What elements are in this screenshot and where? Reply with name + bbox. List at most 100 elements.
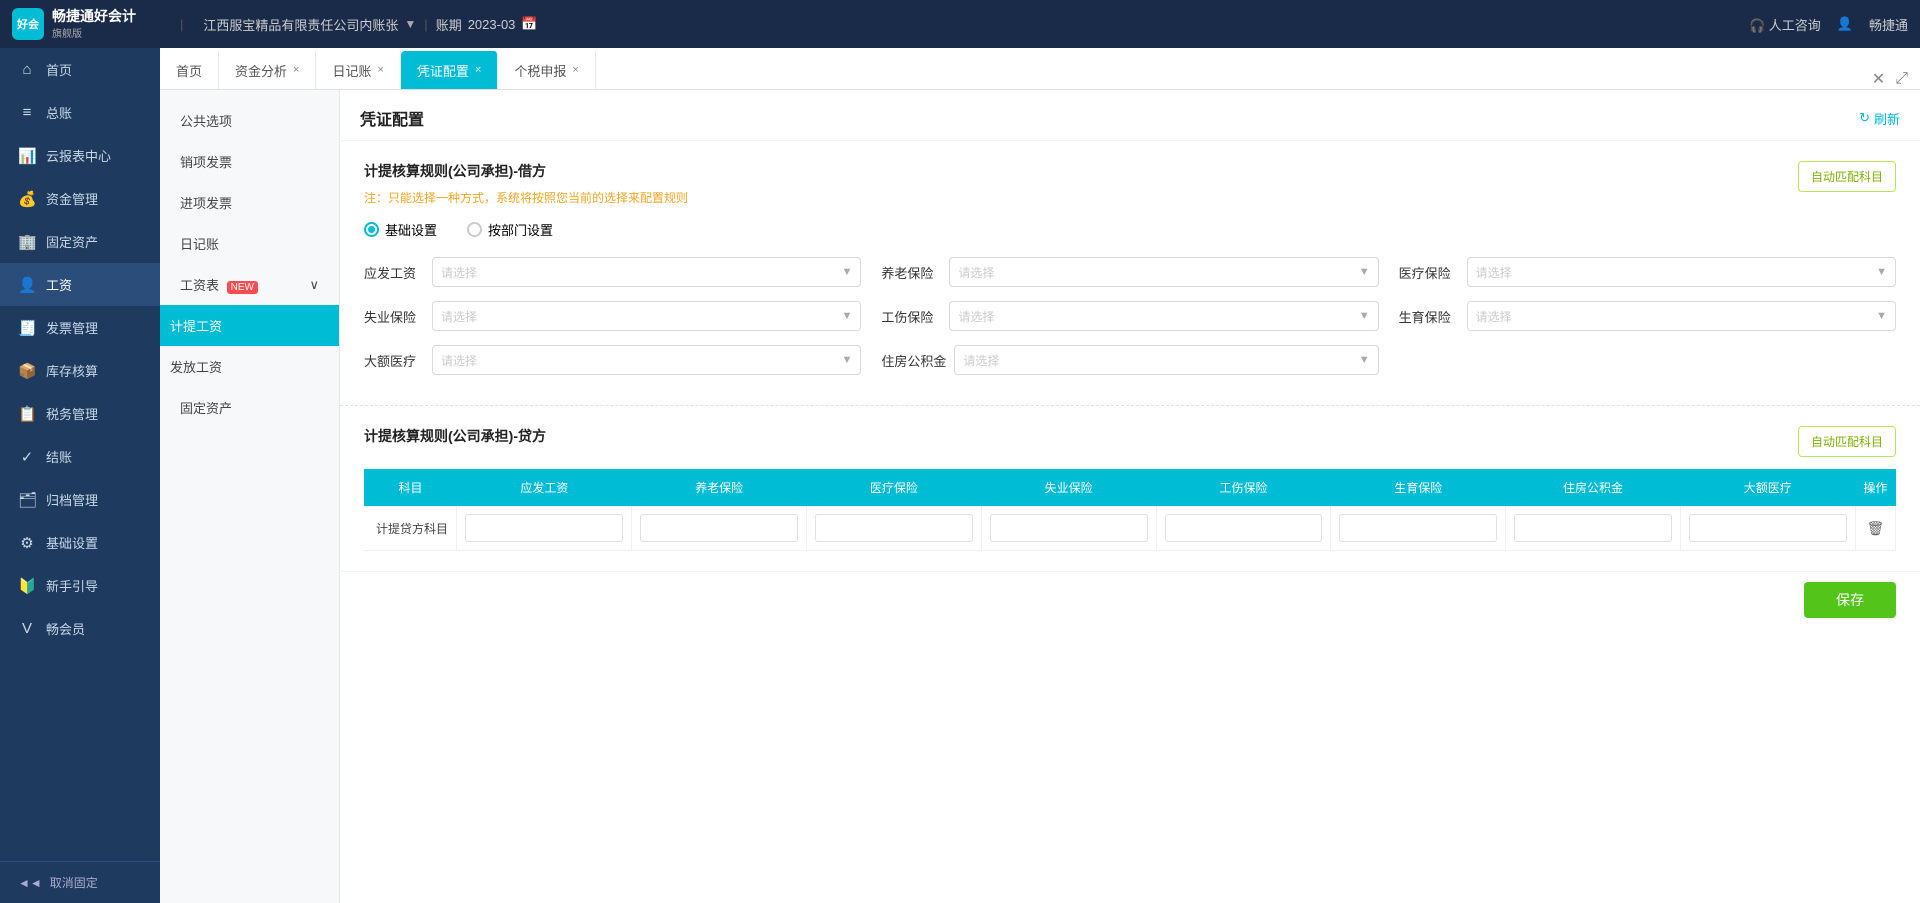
cell-ylbx2-input[interactable] bbox=[815, 514, 973, 542]
col-dey: 大额医疗 bbox=[1680, 469, 1855, 506]
settings-icon: ⚙ bbox=[18, 534, 36, 552]
sidebar-item-funds[interactable]: 💰 资金管理 bbox=[0, 177, 160, 220]
sidebar-item-vip[interactable]: V 畅会员 bbox=[0, 607, 160, 650]
vip-icon: V bbox=[18, 620, 36, 637]
close-all-icon[interactable]: ✕ bbox=[1872, 69, 1885, 89]
period-selector[interactable]: 账期 2023-03 📅 bbox=[436, 15, 538, 34]
refresh-btn[interactable]: ↻ 刷新 bbox=[1859, 109, 1900, 128]
col-sybx2: 生育保险 bbox=[1331, 469, 1506, 506]
credit-section: 计提核算规则(公司承担)-贷方 自动匹配科目 科目 应发工资 养老保险 医疗保险… bbox=[340, 426, 1920, 571]
tab-tax-close[interactable]: × bbox=[572, 64, 578, 76]
col-gsbx: 工伤保险 bbox=[1156, 469, 1331, 506]
left-menu-pay-salary[interactable]: 发放工资 bbox=[160, 346, 339, 387]
left-menu-purchase-invoice[interactable]: 进项发票 bbox=[160, 182, 339, 223]
user-avatar: 👤 bbox=[1837, 16, 1853, 32]
cell-gsbx-input[interactable] bbox=[1165, 514, 1323, 542]
cell-dey-input[interactable] bbox=[1689, 514, 1847, 542]
sidebar-item-inventory[interactable]: 📦 库存核算 bbox=[0, 349, 160, 392]
sidebar-item-label: 归档管理 bbox=[46, 490, 98, 509]
tab-voucher[interactable]: 凭证配置 × bbox=[401, 51, 498, 89]
cell-sybx2-input[interactable] bbox=[1339, 514, 1497, 542]
debit-auto-match-btn[interactable]: 自动匹配科目 bbox=[1798, 161, 1896, 192]
tab-funds-close[interactable]: × bbox=[293, 64, 299, 76]
cell-zfgjj-input[interactable] bbox=[1514, 514, 1672, 542]
field-yfgz-label: 应发工资 bbox=[364, 263, 424, 282]
tab-home[interactable]: 首页 bbox=[160, 51, 219, 89]
field-yfgz-select[interactable]: 请选择 ▼ bbox=[432, 257, 861, 287]
tab-bar: 首页 资金分析 × 日记账 × 凭证配置 × 个税申报 × ✕ ⤢ bbox=[160, 48, 1920, 90]
radio-department[interactable]: 按部门设置 bbox=[467, 220, 553, 239]
cell-gsbx bbox=[1156, 506, 1331, 551]
left-menu: 公共选项 销项发票 进项发票 日记账 工资表 NEW ∨ bbox=[160, 90, 340, 903]
col-ylbx: 养老保险 bbox=[632, 469, 807, 506]
cell-zfgjj bbox=[1506, 506, 1681, 551]
sidebar-item-checkout[interactable]: ✓ 结账 bbox=[0, 435, 160, 478]
logo-sub: 旗舰版 bbox=[52, 25, 136, 40]
tab-funds[interactable]: 资金分析 × bbox=[219, 51, 316, 89]
sidebar-item-archive[interactable]: 🗂 归档管理 bbox=[0, 478, 160, 521]
cell-dey bbox=[1680, 506, 1855, 551]
field-sybx-select[interactable]: 请选择 ▼ bbox=[432, 301, 861, 331]
field-zfgjj-select[interactable]: 请选择 ▼ bbox=[954, 345, 1378, 375]
sidebar-item-label: 结账 bbox=[46, 447, 72, 466]
col-zfgjj: 住房公积金 bbox=[1506, 469, 1681, 506]
field-ylbx2-select[interactable]: 请选择 ▼ bbox=[1467, 257, 1896, 287]
sidebar-item-invoice[interactable]: 🧾 发票管理 bbox=[0, 306, 160, 349]
col-subject: 科目 bbox=[364, 469, 457, 506]
inventory-icon: 📦 bbox=[18, 362, 36, 380]
sidebar-item-ledger[interactable]: ≡ 总账 bbox=[0, 91, 160, 134]
sidebar-item-home[interactable]: ⌂ 首页 bbox=[0, 48, 160, 91]
field-dey-label: 大额医疗 bbox=[364, 351, 424, 370]
sidebar-item-reports[interactable]: 📊 云报表中心 bbox=[0, 134, 160, 177]
field-ylbx-select[interactable]: 请选择 ▼ bbox=[949, 257, 1378, 287]
left-menu-calc-salary[interactable]: 计提工资 bbox=[160, 305, 339, 346]
col-action: 操作 bbox=[1855, 469, 1895, 506]
sidebar-item-assets[interactable]: 🏢 固定资产 bbox=[0, 220, 160, 263]
cell-sybx-input[interactable] bbox=[990, 514, 1148, 542]
tab-tax[interactable]: 个税申报 × bbox=[498, 51, 595, 89]
field-gsbx: 工伤保险 请选择 ▼ bbox=[881, 301, 1378, 331]
field-sybx-label: 失业保险 bbox=[364, 307, 424, 326]
logo-text: 畅捷通好会计 bbox=[52, 8, 136, 25]
cell-yfgz-input[interactable] bbox=[465, 514, 623, 542]
left-menu-salary-table[interactable]: 工资表 NEW ∨ bbox=[160, 264, 339, 305]
company-dropdown-icon: ▼ bbox=[404, 17, 416, 31]
field-ylbx2: 医疗保险 请选择 ▼ bbox=[1399, 257, 1896, 287]
expand-icon[interactable]: ⤢ bbox=[1895, 70, 1908, 88]
sidebar-item-settings[interactable]: ⚙ 基础设置 bbox=[0, 521, 160, 564]
radio-basic-circle bbox=[364, 222, 379, 237]
field-dey-select[interactable]: 请选择 ▼ bbox=[432, 345, 861, 375]
radio-basic[interactable]: 基础设置 bbox=[364, 220, 437, 239]
page-header: 凭证配置 ↻ 刷新 bbox=[340, 90, 1920, 141]
cancel-pin-btn[interactable]: ◄◄ 取消固定 bbox=[0, 861, 160, 903]
save-button[interactable]: 保存 bbox=[1804, 582, 1896, 618]
field-sybx2-label: 生育保险 bbox=[1399, 307, 1459, 326]
sidebar-item-label: 税务管理 bbox=[46, 404, 98, 423]
calendar-icon: 📅 bbox=[521, 16, 537, 32]
pin-icon: ◄◄ bbox=[18, 876, 42, 890]
sidebar-item-tax[interactable]: 📋 税务管理 bbox=[0, 392, 160, 435]
field-gsbx-select[interactable]: 请选择 ▼ bbox=[949, 301, 1378, 331]
left-menu-journal[interactable]: 日记账 bbox=[160, 223, 339, 264]
tab-journal[interactable]: 日记账 × bbox=[316, 51, 400, 89]
tab-voucher-close[interactable]: × bbox=[475, 64, 481, 76]
debit-section-title: 计提核算规则(公司承担)-借方 bbox=[364, 161, 688, 181]
delete-row-icon[interactable]: 🗑 bbox=[1866, 520, 1884, 536]
sidebar: ⌂ 首页 ≡ 总账 📊 云报表中心 💰 资金管理 🏢 固定资产 👤 工资 🧾 发… bbox=[0, 48, 160, 903]
ledger-icon: ≡ bbox=[18, 104, 36, 121]
sidebar-item-salary[interactable]: 👤 工资 bbox=[0, 263, 160, 306]
tab-journal-close[interactable]: × bbox=[377, 64, 383, 76]
sidebar-item-guide[interactable]: 🔰 新手引导 bbox=[0, 564, 160, 607]
left-menu-fixed-assets[interactable]: 固定资产 bbox=[160, 387, 339, 428]
company-name[interactable]: 江西服宝精品有限责任公司内账张 ▼ bbox=[203, 15, 416, 34]
credit-auto-match-btn[interactable]: 自动匹配科目 bbox=[1798, 426, 1896, 457]
field-sybx2-select[interactable]: 请选择 ▼ bbox=[1467, 301, 1896, 331]
left-menu-public[interactable]: 公共选项 bbox=[160, 100, 339, 141]
field-gsbx-label: 工伤保险 bbox=[881, 307, 941, 326]
left-menu-sales-invoice[interactable]: 销项发票 bbox=[160, 141, 339, 182]
field-ylbx2-label: 医疗保险 bbox=[1399, 263, 1459, 282]
logo-icon: 好会 bbox=[12, 8, 44, 40]
cell-ylbx-input[interactable] bbox=[640, 514, 798, 542]
ai-consult-btn[interactable]: 🎧 人工咨询 bbox=[1749, 15, 1821, 34]
chevron-down-icon: ▼ bbox=[841, 266, 852, 278]
